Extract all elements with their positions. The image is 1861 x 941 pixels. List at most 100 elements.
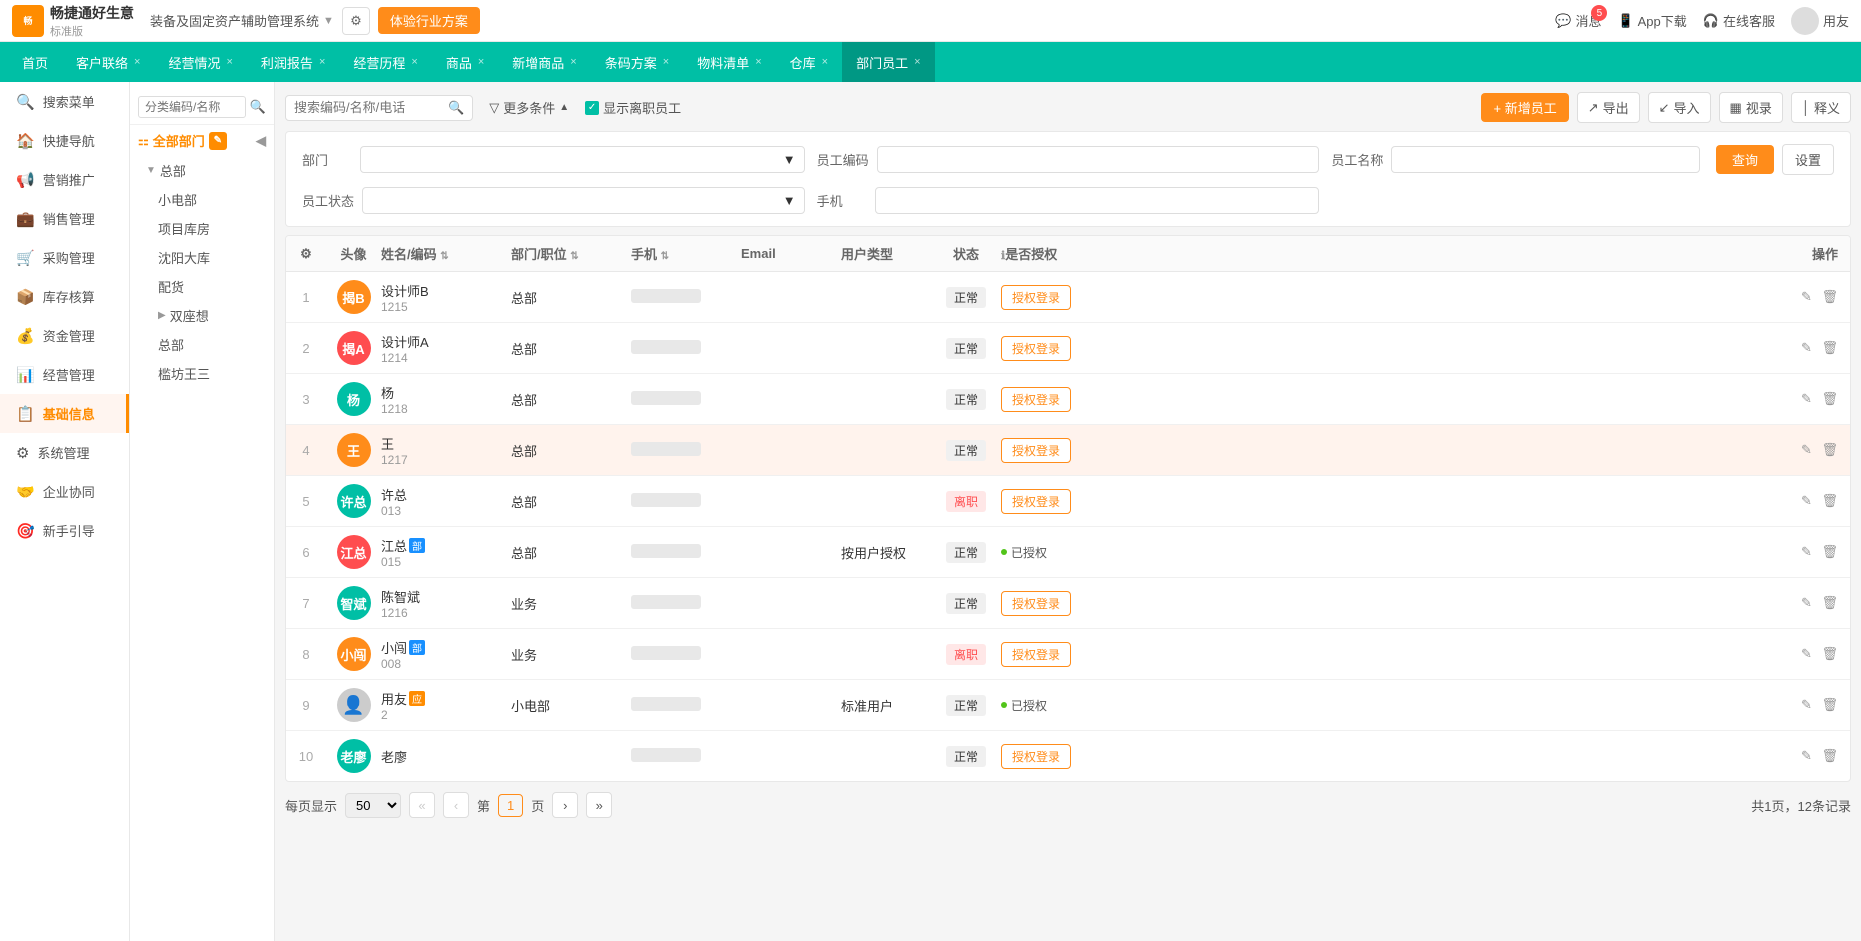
gear-button[interactable]: ⚙: [342, 7, 370, 35]
last-page-button[interactable]: »: [586, 792, 612, 818]
message-button[interactable]: 💬 消息 5: [1555, 11, 1601, 30]
edit-button[interactable]: ✎: [1801, 595, 1812, 610]
sidebar-item-快捷导航[interactable]: 🏠快捷导航: [0, 121, 129, 160]
dept-tree-item-zongbu[interactable]: 总部: [130, 330, 274, 359]
sidebar-item-企业协同[interactable]: 🤝企业协同: [0, 472, 129, 511]
delete-button[interactable]: 🗑: [1821, 391, 1838, 406]
dept-tree-item-shenyang[interactable]: 沈阳大库: [130, 243, 274, 272]
nav-tab-新增商品[interactable]: 新增商品×: [498, 42, 590, 82]
delete-button[interactable]: 🗑: [1821, 493, 1838, 508]
tab-close-icon[interactable]: ×: [478, 56, 484, 68]
nav-tab-首页[interactable]: 首页: [8, 42, 62, 82]
edit-button[interactable]: ✎: [1801, 442, 1812, 457]
sidebar-item-资金管理[interactable]: 💰资金管理: [0, 316, 129, 355]
first-page-button[interactable]: «: [409, 792, 435, 818]
delete-button[interactable]: 🗑: [1821, 289, 1838, 304]
sidebar-item-经营管理[interactable]: 📊经营管理: [0, 355, 129, 394]
sidebar-item-营销推广[interactable]: 📢营销推广: [0, 160, 129, 199]
delete-button[interactable]: 🗑: [1821, 595, 1838, 610]
delete-button[interactable]: 🗑: [1821, 748, 1838, 763]
sidebar-item-销售管理[interactable]: 💼销售管理: [0, 199, 129, 238]
dept-all-label[interactable]: 全部部门: [153, 131, 205, 150]
col-phone-header[interactable]: 手机 ⇅: [631, 244, 741, 263]
col-settings-header[interactable]: ⚙: [286, 246, 326, 262]
prev-page-button[interactable]: ‹: [443, 792, 469, 818]
sidebar-item-新手引导[interactable]: 🎯新手引导: [0, 511, 129, 550]
delete-button[interactable]: 🗑: [1821, 646, 1838, 661]
filter-dept-select[interactable]: ▼: [360, 146, 805, 173]
dept-search-input[interactable]: [138, 96, 246, 118]
nav-tab-利润报告[interactable]: 利润报告×: [247, 42, 339, 82]
edit-button[interactable]: ✎: [1801, 289, 1812, 304]
page-size-select[interactable]: 50 20 100: [345, 793, 401, 818]
dept-tree-item-shuangzuo[interactable]: ▶ 双座想: [130, 301, 274, 330]
import-button[interactable]: ↙ 导入: [1648, 92, 1711, 123]
dept-tree-item-peihuo[interactable]: 配货: [130, 272, 274, 301]
set-button[interactable]: 设置: [1782, 144, 1834, 175]
dept-tree-item-root[interactable]: ▼ 总部: [130, 156, 274, 185]
tab-close-icon[interactable]: ×: [663, 56, 669, 68]
nav-tab-经营历程[interactable]: 经营历程×: [339, 42, 431, 82]
title-dropdown[interactable]: 装备及固定资产辅助管理系统 ▼: [142, 11, 334, 30]
sidebar-item-库存核算[interactable]: 📦库存核算: [0, 277, 129, 316]
show-resigned-toggle[interactable]: ✓ 显示离职员工: [585, 98, 681, 117]
delete-button[interactable]: 🗑: [1821, 697, 1838, 712]
nav-tab-经营情况[interactable]: 经营情况×: [154, 42, 246, 82]
edit-button[interactable]: ✎: [1801, 544, 1812, 559]
tab-close-icon[interactable]: ×: [570, 56, 576, 68]
app-download-button[interactable]: 📱 App下载: [1617, 11, 1686, 30]
tab-close-icon[interactable]: ×: [822, 56, 828, 68]
experience-button[interactable]: 体验行业方案: [378, 7, 480, 34]
delete-button[interactable]: 🗑: [1821, 340, 1838, 355]
dept-tree-item-kanfang[interactable]: 槛坊王三: [130, 359, 274, 388]
tab-close-icon[interactable]: ×: [914, 56, 920, 68]
sidebar-item-基础信息[interactable]: 📋基础信息: [0, 394, 129, 433]
sidebar-item-搜索菜单[interactable]: 🔍搜索菜单: [0, 82, 129, 121]
search-input[interactable]: [294, 100, 444, 115]
nav-tab-条码方案[interactable]: 条码方案×: [591, 42, 683, 82]
nav-tab-部门员工[interactable]: 部门员工×: [842, 42, 934, 82]
filter-status-select[interactable]: ▼: [362, 187, 805, 214]
col-name-header[interactable]: 姓名/编码 ⇅: [381, 244, 511, 263]
view-button[interactable]: ▦ 视录: [1719, 92, 1783, 123]
online-service-button[interactable]: 🎧 在线客服: [1703, 11, 1775, 30]
tab-close-icon[interactable]: ×: [319, 56, 325, 68]
auth-button[interactable]: 授权登录: [1001, 285, 1071, 310]
edit-button[interactable]: ✎: [1801, 340, 1812, 355]
nav-tab-物料清单[interactable]: 物料清单×: [683, 42, 775, 82]
tab-close-icon[interactable]: ×: [226, 56, 232, 68]
dept-edit-icon[interactable]: ✎: [209, 132, 227, 150]
auth-button[interactable]: 授权登录: [1001, 591, 1071, 616]
filter-code-input[interactable]: [877, 146, 1320, 173]
auth-button[interactable]: 授权登录: [1001, 387, 1071, 412]
next-page-button[interactable]: ›: [552, 792, 578, 818]
filter-phone-input[interactable]: [875, 187, 1320, 214]
auth-button[interactable]: 授权登录: [1001, 489, 1071, 514]
auth-button[interactable]: 授权登录: [1001, 642, 1071, 667]
sidebar-item-采购管理[interactable]: 🛒采购管理: [0, 238, 129, 277]
tab-close-icon[interactable]: ×: [755, 56, 761, 68]
auth-button[interactable]: 授权登录: [1001, 438, 1071, 463]
edit-button[interactable]: ✎: [1801, 646, 1812, 661]
help-button[interactable]: │ 释义: [1791, 92, 1851, 123]
edit-button[interactable]: ✎: [1801, 493, 1812, 508]
add-employee-button[interactable]: + 新增员工: [1481, 93, 1568, 122]
dept-collapse-icon[interactable]: ◀: [256, 133, 266, 149]
nav-tab-仓库[interactable]: 仓库×: [776, 42, 842, 82]
edit-button[interactable]: ✎: [1801, 697, 1812, 712]
dept-tree-item-xiaodian[interactable]: 小电部: [130, 185, 274, 214]
delete-button[interactable]: 🗑: [1821, 544, 1838, 559]
edit-button[interactable]: ✎: [1801, 748, 1812, 763]
delete-button[interactable]: 🗑: [1821, 442, 1838, 457]
query-button[interactable]: 查询: [1716, 145, 1774, 174]
nav-tab-客户联络[interactable]: 客户联络×: [62, 42, 154, 82]
user-area[interactable]: 用友: [1791, 7, 1849, 35]
tab-close-icon[interactable]: ×: [411, 56, 417, 68]
export-button[interactable]: ↗ 导出: [1577, 92, 1640, 123]
tab-close-icon[interactable]: ×: [134, 56, 140, 68]
dept-tree-item-xiangmu[interactable]: 项目库房: [130, 214, 274, 243]
sidebar-item-系统管理[interactable]: ⚙系统管理: [0, 433, 129, 472]
nav-tab-商品[interactable]: 商品×: [432, 42, 498, 82]
edit-button[interactable]: ✎: [1801, 391, 1812, 406]
auth-button[interactable]: 授权登录: [1001, 744, 1071, 769]
